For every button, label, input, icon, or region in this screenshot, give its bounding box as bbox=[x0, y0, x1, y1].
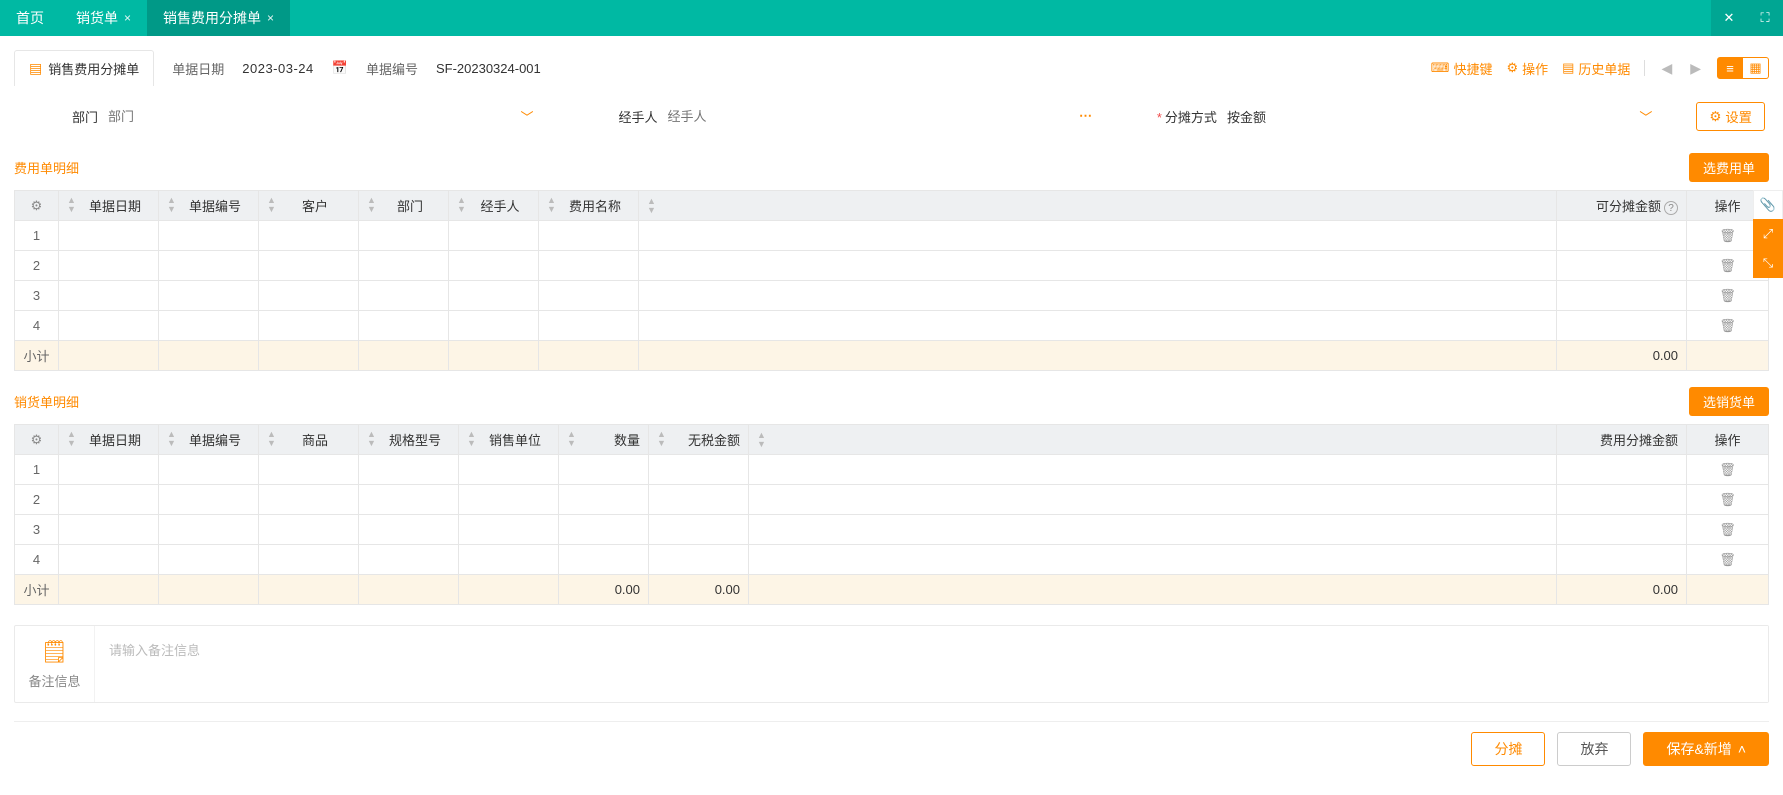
col-alloc[interactable]: 可分摊金额? bbox=[1557, 191, 1687, 221]
save-new-button[interactable]: 保存&新增˄ bbox=[1643, 732, 1769, 766]
document-number: SF-20230324-001 bbox=[436, 61, 541, 76]
tab-sales-order[interactable]: 销货单× bbox=[60, 0, 147, 36]
pick-sales-button[interactable]: 选销货单 bbox=[1689, 387, 1769, 416]
col-dept[interactable]: ▲▼部门 bbox=[359, 191, 449, 221]
gear-header[interactable]: ⚙ bbox=[15, 425, 59, 455]
col-date[interactable]: ▲▼单据日期 bbox=[59, 425, 159, 455]
col-action: 操作 bbox=[1687, 425, 1769, 455]
expense-section-title: 费用单明细 bbox=[14, 158, 79, 177]
handler-input[interactable] bbox=[667, 109, 1096, 124]
table-row[interactable]: 3🗑 bbox=[15, 515, 1769, 545]
calendar-icon[interactable]: 📅 bbox=[332, 60, 348, 76]
delete-icon[interactable]: 🗑 bbox=[1719, 492, 1736, 507]
nav-prev-icon[interactable]: ◀ bbox=[1659, 60, 1674, 77]
col-handler[interactable]: ▲▼经手人 bbox=[449, 191, 539, 221]
close-icon[interactable]: × bbox=[124, 11, 131, 25]
col-spec[interactable]: ▲▼规格型号 bbox=[359, 425, 459, 455]
note-icon: 🗒 bbox=[41, 639, 69, 665]
expand-button[interactable]: ⤢ bbox=[1753, 219, 1783, 249]
date-label: 单据日期 bbox=[172, 59, 224, 78]
table-row[interactable]: 1🗑 bbox=[15, 455, 1769, 485]
more-icon[interactable]: ⋯ bbox=[1079, 108, 1093, 124]
chevron-down-icon[interactable]: ﹀ bbox=[520, 107, 533, 126]
col-alloc[interactable]: 费用分摊金额 bbox=[1557, 425, 1687, 455]
gear-header[interactable]: ⚙ bbox=[15, 191, 59, 221]
method-select[interactable]: 按金额 ﹀ bbox=[1227, 103, 1656, 131]
docnum-label: 单据编号 bbox=[366, 59, 418, 78]
col-date[interactable]: ▲▼单据日期 bbox=[59, 191, 159, 221]
close-icon[interactable]: × bbox=[267, 11, 274, 25]
tab-home[interactable]: 首页 bbox=[0, 0, 60, 36]
remark-label: 备注信息 bbox=[28, 671, 80, 690]
method-label: *分摊方式 bbox=[1137, 107, 1227, 126]
chevron-up-icon: ˄ bbox=[1738, 741, 1746, 757]
document-type-tab: ▤ 销售费用分摊单 bbox=[14, 50, 154, 86]
table-row[interactable]: 1🗑 bbox=[15, 221, 1769, 251]
operations-button[interactable]: ⚙ 操作 bbox=[1506, 59, 1548, 78]
pick-expense-button[interactable]: 选费用单 bbox=[1689, 153, 1769, 182]
delete-icon[interactable]: 🗑 bbox=[1719, 288, 1736, 303]
side-tools: 📎 ⤢ ⤡ bbox=[1753, 190, 1783, 277]
window-close-button[interactable]: ✕ bbox=[1711, 0, 1747, 36]
col-amt[interactable]: ▲▼无税金额 bbox=[649, 425, 749, 455]
window-fullscreen-button[interactable]: ⛶ bbox=[1747, 0, 1783, 36]
col-qty[interactable]: ▲▼数量 bbox=[559, 425, 649, 455]
shortcut-button[interactable]: ⌨ 快捷键 bbox=[1431, 59, 1493, 78]
col-num[interactable]: ▲▼单据编号 bbox=[159, 425, 259, 455]
table-row[interactable]: 4🗑 bbox=[15, 311, 1769, 341]
col-fee[interactable]: ▲▼费用名称 bbox=[539, 191, 639, 221]
subtotal-row: 小计0.00 bbox=[15, 341, 1769, 371]
remark-input[interactable] bbox=[95, 626, 1768, 702]
delete-icon[interactable]: 🗑 bbox=[1719, 258, 1736, 273]
gear-icon[interactable]: ⚙ bbox=[31, 198, 43, 213]
document-header: ▤ 销售费用分摊单 单据日期 2023-03-24 📅 单据编号 SF-2023… bbox=[14, 48, 1769, 88]
gear-icon[interactable]: ⚙ bbox=[31, 432, 43, 447]
document-date[interactable]: 2023-03-24 bbox=[242, 61, 314, 76]
col-blank[interactable]: ▲▼ bbox=[639, 191, 1557, 221]
remark-panel: 🗒 备注信息 bbox=[14, 625, 1769, 703]
header-actions: ⌨ 快捷键 ⚙ 操作 ▤ 历史单据 ◀ ▶ ≡ ▦ bbox=[1431, 57, 1769, 79]
sales-table: ⚙ ▲▼单据日期 ▲▼单据编号 ▲▼商品 ▲▼规格型号 ▲▼销售单位 ▲▼数量 … bbox=[14, 424, 1769, 605]
tab-expense-alloc[interactable]: 销售费用分摊单× bbox=[147, 0, 290, 36]
history-button[interactable]: ▤ 历史单据 bbox=[1562, 59, 1630, 78]
table-row[interactable]: 4🗑 bbox=[15, 545, 1769, 575]
col-num[interactable]: ▲▼单据编号 bbox=[159, 191, 259, 221]
view-list-button[interactable]: ≡ bbox=[1717, 57, 1743, 79]
discard-button[interactable]: 放弃 bbox=[1557, 732, 1631, 766]
delete-icon[interactable]: 🗑 bbox=[1719, 318, 1736, 333]
delete-icon[interactable]: 🗑 bbox=[1719, 462, 1736, 477]
view-grid-button[interactable]: ▦ bbox=[1743, 57, 1769, 79]
dept-label: 部门 bbox=[18, 107, 108, 126]
handler-select[interactable]: ⋯ bbox=[667, 103, 1096, 131]
col-unit[interactable]: ▲▼销售单位 bbox=[459, 425, 559, 455]
table-row[interactable]: 3🗑 bbox=[15, 281, 1769, 311]
handler-label: 经手人 bbox=[577, 107, 667, 126]
chevron-down-icon[interactable]: ﹀ bbox=[1639, 107, 1652, 126]
delete-icon[interactable]: 🗑 bbox=[1719, 552, 1736, 567]
col-blank[interactable]: ▲▼ bbox=[749, 425, 1557, 455]
settings-button[interactable]: ⚙ 设置 bbox=[1696, 102, 1765, 131]
allocate-button[interactable]: 分摊 bbox=[1471, 732, 1545, 766]
delete-icon[interactable]: 🗑 bbox=[1719, 228, 1736, 243]
col-cust[interactable]: ▲▼客户 bbox=[259, 191, 359, 221]
col-prod[interactable]: ▲▼商品 bbox=[259, 425, 359, 455]
help-icon[interactable]: ? bbox=[1664, 201, 1678, 215]
table-row[interactable]: 2🗑 bbox=[15, 251, 1769, 281]
document-icon: ▤ bbox=[29, 60, 42, 77]
footer-bar: 分摊 放弃 保存&新增˄ bbox=[14, 721, 1769, 776]
subtotal-row: 小计 0.00 0.00 0.00 bbox=[15, 575, 1769, 605]
document-title: 销售费用分摊单 bbox=[48, 59, 139, 78]
nav-next-icon[interactable]: ▶ bbox=[1688, 60, 1703, 77]
dept-select[interactable]: ﹀ bbox=[108, 103, 537, 131]
top-tab-bar: 首页 销货单× 销售费用分摊单× ✕ ⛶ bbox=[0, 0, 1783, 36]
sales-section-title: 销货单明细 bbox=[14, 392, 79, 411]
attachment-button[interactable]: 📎 bbox=[1753, 190, 1783, 220]
form-row: 部门 ﹀ 经手人 ⋯ *分摊方式 按金额 ﹀ ⚙ 设置 bbox=[14, 88, 1769, 137]
dept-input[interactable] bbox=[108, 109, 537, 124]
expand2-button[interactable]: ⤡ bbox=[1753, 248, 1783, 278]
expense-table: ⚙ ▲▼单据日期 ▲▼单据编号 ▲▼客户 ▲▼部门 ▲▼经手人 ▲▼费用名称 ▲… bbox=[14, 190, 1769, 371]
delete-icon[interactable]: 🗑 bbox=[1719, 522, 1736, 537]
table-row[interactable]: 2🗑 bbox=[15, 485, 1769, 515]
